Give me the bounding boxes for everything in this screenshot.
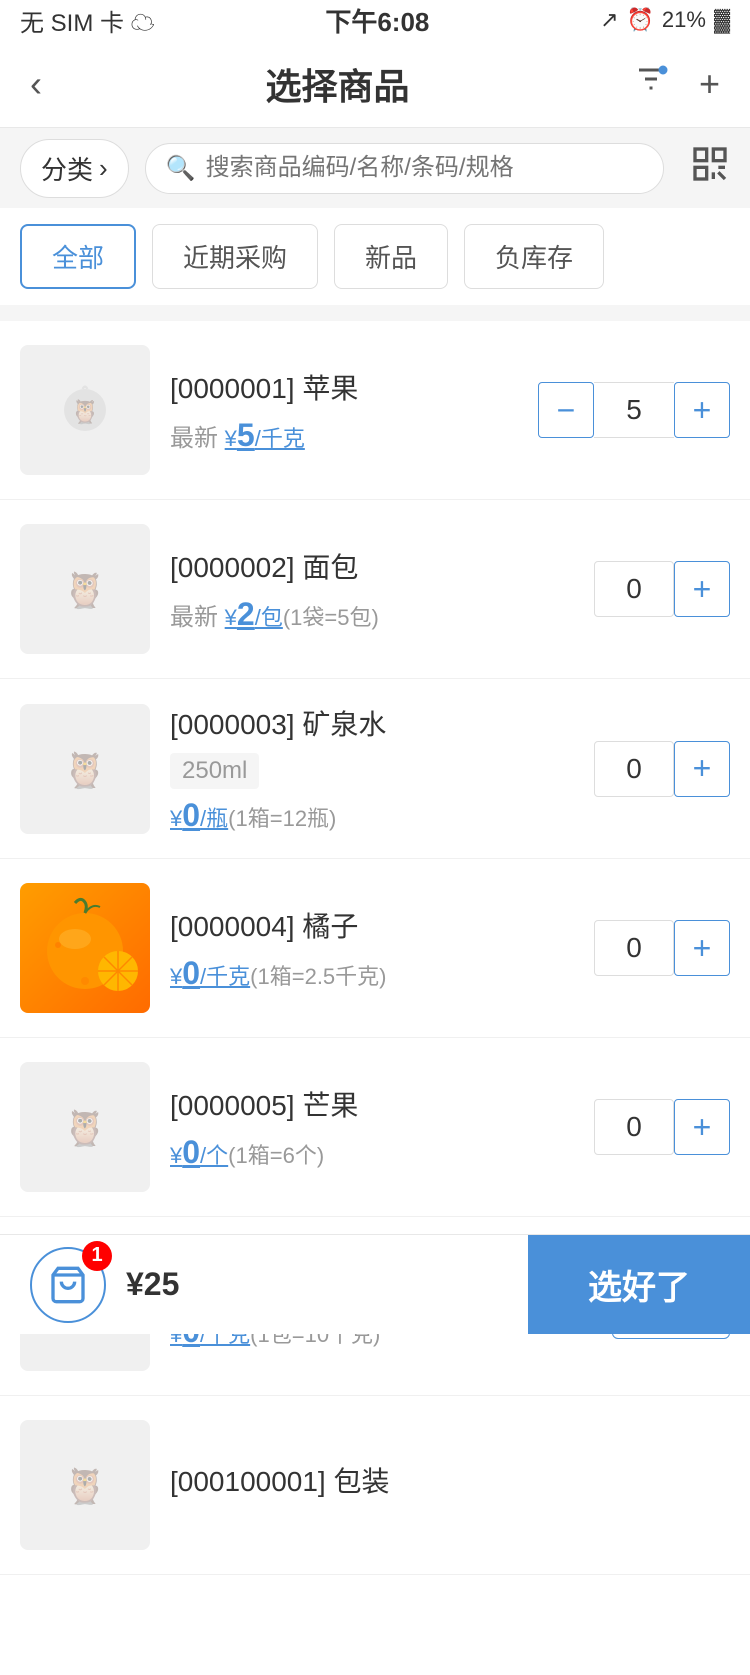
battery-status: 21% (662, 7, 706, 33)
product-name: [0000004] 橘子 (170, 905, 574, 945)
quantity-input[interactable] (594, 920, 674, 976)
battery-icon: ▓ (714, 7, 730, 33)
cart-icon[interactable]: 1 (30, 1247, 106, 1323)
quantity-increase[interactable]: + (674, 741, 730, 797)
nav-bar: ‹ 选择商品 + (0, 40, 750, 128)
product-image: 🦉 (20, 1062, 150, 1192)
quantity-control: + (594, 741, 730, 797)
quantity-input[interactable] (594, 561, 674, 617)
product-info: [000100001] 包装 (170, 1460, 730, 1510)
add-button[interactable]: + (699, 63, 720, 105)
quantity-increase[interactable]: + (674, 382, 730, 438)
svg-text:🦉: 🦉 (70, 399, 99, 426)
product-item: 🦉 [0000001] 苹果 最新 ¥5/千克 − + (0, 321, 750, 500)
quantity-increase[interactable]: + (674, 1099, 730, 1155)
product-item: [0000004] 橘子 ¥0/千克(1箱=2.5千克) + (0, 859, 750, 1038)
product-item: 🦉 [000100001] 包装 (0, 1396, 750, 1575)
product-info: [0000004] 橘子 ¥0/千克(1箱=2.5千克) (170, 905, 574, 992)
product-item: 🦉 [0000005] 芒果 ¥0/个(1箱=6个) + (0, 1038, 750, 1217)
svg-text:🦉: 🦉 (63, 1467, 107, 1506)
svg-text:🦉: 🦉 (63, 1109, 107, 1148)
product-price: ¥0/千克(1箱=2.5千克) (170, 955, 574, 992)
filter-bar: 分类 › 🔍 (0, 128, 750, 208)
location-icon: ↗ (600, 7, 618, 33)
tab-negative[interactable]: 负库存 (464, 224, 604, 289)
confirm-button[interactable]: 选好了 (528, 1235, 750, 1334)
quantity-increase[interactable]: + (674, 920, 730, 976)
nav-actions: + (633, 61, 720, 106)
tab-all[interactable]: 全部 (20, 224, 136, 289)
product-item: 🦉 [0000003] 矿泉水 250ml ¥0/瓶(1箱=12瓶) + (0, 679, 750, 859)
back-button[interactable]: ‹ (30, 63, 42, 105)
quantity-input[interactable] (594, 741, 674, 797)
scan-icon[interactable] (690, 144, 730, 192)
alarm-icon: ⏰ (627, 7, 654, 33)
cart-area: 1 ¥25 (0, 1247, 209, 1323)
quantity-input[interactable] (594, 1099, 674, 1155)
cart-badge: 1 (82, 1241, 112, 1271)
product-name: [0000003] 矿泉水 (170, 703, 574, 743)
product-price: 最新 ¥5/千克 (170, 417, 518, 454)
bottom-bar: 1 ¥25 选好了 (0, 1234, 750, 1334)
page-title: 选择商品 (265, 58, 409, 110)
product-image: 🦉 (20, 704, 150, 834)
status-left: 无 SIM 卡 ☁ (20, 3, 155, 38)
product-info: [0000001] 苹果 最新 ¥5/千克 (170, 367, 518, 454)
search-input[interactable] (206, 154, 643, 182)
product-image: 🦉 (20, 524, 150, 654)
product-info: [0000002] 面包 最新 ¥2/包(1袋=5包) (170, 546, 574, 633)
status-right: ↗ ⏰ 21% ▓ (600, 7, 730, 33)
category-button[interactable]: 分类 › (20, 139, 129, 198)
tab-new[interactable]: 新品 (334, 224, 448, 289)
search-bar: 🔍 (145, 143, 664, 194)
product-info: [0000005] 芒果 ¥0/个(1箱=6个) (170, 1084, 574, 1171)
quantity-decrease[interactable]: − (538, 382, 594, 438)
product-name: [000100001] 包装 (170, 1460, 730, 1500)
category-arrow: › (99, 153, 108, 184)
product-item: 🦉 [0000002] 面包 最新 ¥2/包(1袋=5包) + (0, 500, 750, 679)
quantity-control: − + (538, 382, 730, 438)
product-list: 🦉 [0000001] 苹果 最新 ¥5/千克 − + 🦉 [0000002] … (0, 321, 750, 1575)
category-label: 分类 (41, 150, 93, 187)
quantity-increase[interactable]: + (674, 561, 730, 617)
svg-text:🦉: 🦉 (63, 750, 107, 789)
product-name: [0000005] 芒果 (170, 1084, 574, 1124)
filter-icon[interactable] (633, 61, 669, 106)
product-spec: 250ml (170, 753, 259, 789)
quantity-control: + (594, 1099, 730, 1155)
quantity-control: + (594, 561, 730, 617)
product-info: [0000003] 矿泉水 250ml ¥0/瓶(1箱=12瓶) (170, 703, 574, 834)
network-status: 无 SIM 卡 ☁ (20, 3, 155, 38)
product-image: 🦉 (20, 345, 150, 475)
tab-recent[interactable]: 近期采购 (152, 224, 318, 289)
product-image (20, 883, 150, 1013)
product-name: [0000002] 面包 (170, 546, 574, 586)
product-price: 最新 ¥2/包(1袋=5包) (170, 596, 574, 633)
status-bar: 无 SIM 卡 ☁ 下午6:08 ↗ ⏰ 21% ▓ (0, 0, 750, 40)
quantity-control: + (594, 920, 730, 976)
bottom-spacer (0, 1575, 750, 1675)
tabs-bar: 全部 近期采购 新品 负库存 (0, 208, 750, 305)
divider (0, 305, 750, 321)
status-time: 下午6:08 (325, 2, 429, 39)
product-name: [0000001] 苹果 (170, 367, 518, 407)
search-icon: 🔍 (166, 154, 196, 183)
svg-text:🦉: 🦉 (63, 571, 107, 610)
product-image: 🦉 (20, 1420, 150, 1550)
cart-total: ¥25 (126, 1266, 179, 1303)
product-price: ¥0/个(1箱=6个) (170, 1134, 574, 1171)
product-price: ¥0/瓶(1箱=12瓶) (170, 797, 574, 834)
quantity-input[interactable] (594, 382, 674, 438)
